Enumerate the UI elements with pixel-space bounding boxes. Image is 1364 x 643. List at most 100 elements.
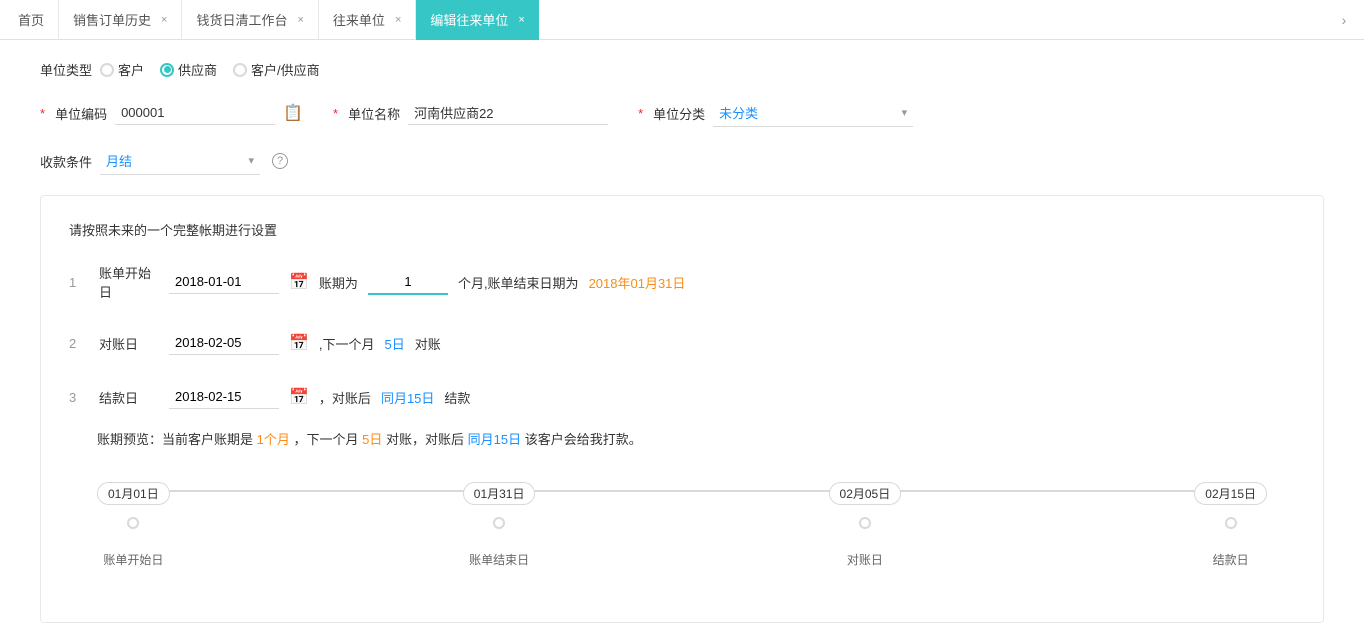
settings-row-3: 3 结款日 📅 ，对账后 同月15日 结款	[69, 385, 1295, 409]
tab-partner-close[interactable]: ×	[395, 14, 401, 26]
settings-row-2: 2 对账日 📅 ,下一个月 5日 对账	[69, 331, 1295, 355]
node-3-badge: 02月15日	[1194, 482, 1267, 505]
tabs-arrow[interactable]: ›	[1332, 12, 1356, 28]
radio-customer-label: 客户	[118, 60, 144, 79]
row1-period-input[interactable]	[368, 270, 448, 295]
preview-period: 1个月	[257, 432, 290, 447]
preview-section: 账期预览：当前客户账期是 1个月 ，下一个月 5日 对账，对账后 同月15日 该…	[69, 409, 1295, 598]
row3-calendar-icon[interactable]: 📅	[289, 387, 309, 407]
unit-category-select[interactable]: 未分类 ▾	[713, 99, 913, 127]
radio-supplier-label: 供应商	[178, 60, 217, 79]
preview-mid2: 对账，对账后	[386, 432, 464, 447]
node-3-desc: 结款日	[1213, 551, 1249, 568]
tab-cash-work[interactable]: 钱货日清工作台 ×	[182, 0, 318, 40]
unit-code-required: *	[40, 106, 45, 121]
payment-terms-group: 收款条件 月结 ▾ ?	[40, 147, 288, 175]
node-1-dot	[493, 517, 505, 529]
preview-suffix: 该客户会给我打款。	[525, 432, 642, 447]
node-3-dot	[1225, 517, 1237, 529]
row2-highlight: 5日	[385, 334, 405, 353]
unit-code-group: * 单位编码 📋	[40, 101, 303, 125]
node-2-desc: 对账日	[847, 551, 883, 568]
tab-sales-order-close[interactable]: ×	[161, 14, 167, 26]
tabs-bar: 首页 销售订单历史 × 钱货日清工作台 × 往来单位 × 编辑往来单位 × ›	[0, 0, 1364, 40]
row3-suffix-after: 结款	[444, 388, 470, 407]
settings-row-1: 1 账单开始日 📅 账期为 个月,账单结束日期为 2018年01月31日	[69, 263, 1295, 301]
radio-both[interactable]: 客户/供应商	[233, 60, 320, 79]
tab-home-label: 首页	[18, 10, 44, 29]
payment-terms-label: 收款条件	[40, 152, 92, 171]
row1-period-unit: 个月,账单结束日期为	[458, 273, 579, 292]
timeline-node-3: 02月15日 结款日	[1194, 482, 1267, 568]
row3-highlight: 同月15日	[381, 388, 434, 407]
tab-edit-partner-close[interactable]: ×	[518, 14, 524, 26]
payment-help-icon[interactable]: ?	[272, 153, 288, 169]
timeline: 01月01日 账单开始日 01月31日 账单结束日 02月05日 对账日	[97, 472, 1267, 598]
preview-date2: 同月15日	[468, 432, 521, 447]
tab-cash-work-close[interactable]: ×	[297, 14, 303, 26]
unit-type-label: 单位类型	[40, 60, 92, 79]
settings-box: 请按照未来的一个完整帐期进行设置 1 账单开始日 📅 账期为 个月,账单结束日期…	[40, 195, 1324, 623]
unit-category-required: *	[638, 106, 643, 121]
tab-cash-work-label: 钱货日清工作台	[196, 10, 287, 29]
unit-type-row: 单位类型 客户 供应商 客户/供应商	[40, 60, 1324, 79]
node-2-badge: 02月05日	[829, 482, 902, 505]
radio-group: 客户 供应商 客户/供应商	[100, 60, 320, 79]
preview-middle: ，下一个月	[294, 432, 359, 447]
row1-label: 账单开始日	[99, 263, 159, 301]
node-0-desc: 账单开始日	[103, 551, 163, 568]
row2-num: 2	[69, 336, 89, 351]
tab-sales-order-label: 销售订单历史	[73, 10, 151, 29]
payment-terms-value: 月结	[106, 151, 244, 170]
payment-terms-row: 收款条件 月结 ▾ ?	[40, 147, 1324, 175]
unit-category-group: * 单位分类 未分类 ▾	[638, 99, 913, 127]
unit-name-input[interactable]	[408, 101, 608, 125]
row2-calendar-icon[interactable]: 📅	[289, 333, 309, 353]
timeline-node-2: 02月05日 对账日	[829, 482, 902, 568]
row3-date-input[interactable]	[169, 385, 279, 409]
row3-suffix-before: ，对账后	[319, 388, 371, 407]
timeline-nodes: 01月01日 账单开始日 01月31日 账单结束日 02月05日 对账日	[97, 482, 1267, 568]
unit-name-group: * 单位名称	[333, 101, 608, 125]
row3-num: 3	[69, 390, 89, 405]
row1-period-end: 2018年01月31日	[589, 273, 686, 292]
unit-code-input[interactable]	[115, 101, 275, 125]
unit-info-row: * 单位编码 📋 * 单位名称 * 单位分类 未分类 ▾	[40, 99, 1324, 127]
payment-terms-select[interactable]: 月结 ▾	[100, 147, 260, 175]
radio-customer[interactable]: 客户	[100, 60, 144, 79]
row2-date-input[interactable]	[169, 331, 279, 355]
tab-edit-partner[interactable]: 编辑往来单位 ×	[416, 0, 538, 40]
row2-suffix-before: ,下一个月	[319, 334, 375, 353]
radio-supplier-circle	[160, 63, 174, 77]
node-2-dot	[859, 517, 871, 529]
node-0-dot	[127, 517, 139, 529]
unit-category-value: 未分类	[719, 103, 897, 122]
unit-name-label: 单位名称	[348, 104, 400, 123]
tab-sales-order[interactable]: 销售订单历史 ×	[59, 0, 182, 40]
node-0-badge: 01月01日	[97, 482, 170, 505]
tab-home[interactable]: 首页	[8, 0, 59, 40]
row1-calendar-icon[interactable]: 📅	[289, 272, 309, 292]
row1-period-label: 账期为	[319, 273, 358, 292]
radio-both-circle	[233, 63, 247, 77]
row2-label: 对账日	[99, 334, 159, 353]
unit-type-group: 单位类型 客户 供应商 客户/供应商	[40, 60, 320, 79]
tab-partner-label: 往来单位	[333, 10, 385, 29]
unit-code-calendar-icon[interactable]: 📋	[283, 103, 303, 123]
row1-date-input[interactable]	[169, 270, 279, 294]
node-1-badge: 01月31日	[463, 482, 536, 505]
tab-partner[interactable]: 往来单位 ×	[319, 0, 416, 40]
settings-title: 请按照未来的一个完整帐期进行设置	[69, 220, 1295, 239]
row1-num: 1	[69, 275, 89, 290]
timeline-node-0: 01月01日 账单开始日	[97, 482, 170, 568]
node-1-desc: 账单结束日	[469, 551, 529, 568]
main-content: 单位类型 客户 供应商 客户/供应商 * 单位编码	[0, 40, 1364, 643]
unit-name-required: *	[333, 106, 338, 121]
preview-prefix: 账期预览：当前客户账期是	[97, 432, 253, 447]
radio-both-label: 客户/供应商	[251, 60, 320, 79]
unit-category-label: 单位分类	[653, 104, 705, 123]
unit-code-label: 单位编码	[55, 104, 107, 123]
radio-supplier[interactable]: 供应商	[160, 60, 217, 79]
payment-terms-arrow: ▾	[248, 154, 254, 167]
unit-category-arrow: ▾	[902, 106, 908, 119]
